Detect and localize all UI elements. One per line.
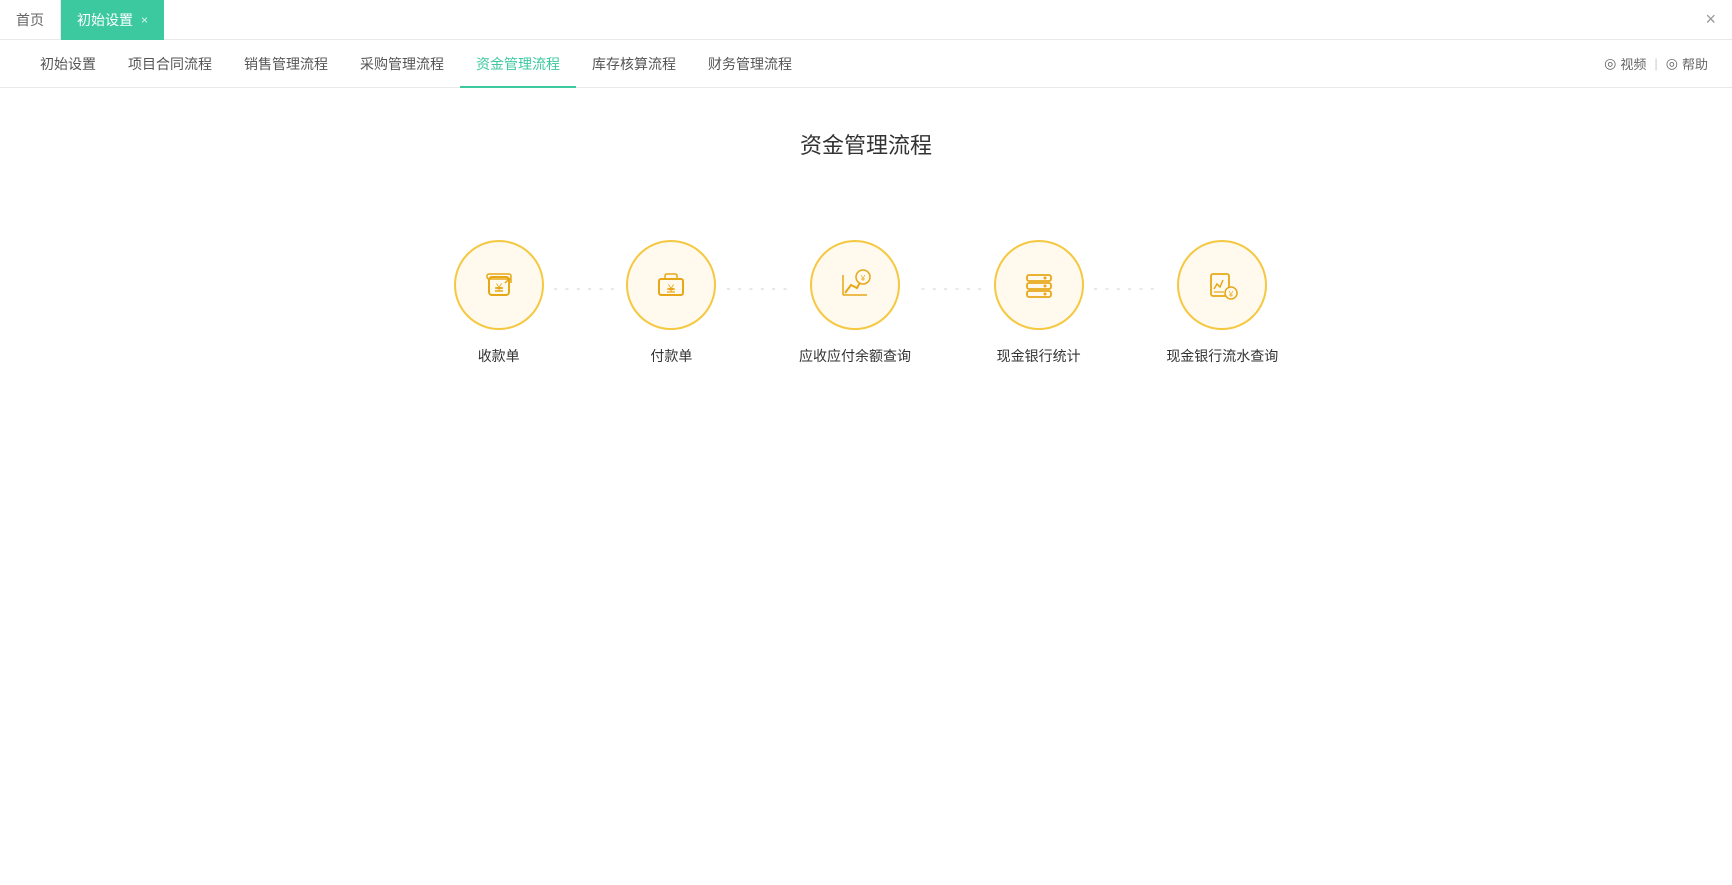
- svg-text:¥: ¥: [1228, 290, 1234, 299]
- payment-icon: ¥: [649, 263, 693, 307]
- connector-4: - - - - - -: [1084, 281, 1167, 295]
- process-item-payment[interactable]: ¥ 付款单: [626, 240, 716, 366]
- nav-item-initial-setup[interactable]: 初始设置: [24, 40, 112, 88]
- process-circle-receipt: ¥: [454, 240, 544, 330]
- home-label: 首页: [16, 10, 44, 30]
- process-label-bank-flow: 现金银行流水查询: [1166, 346, 1278, 366]
- process-circle-bank-flow: ¥: [1177, 240, 1267, 330]
- video-circle-icon: ◎: [1604, 55, 1616, 72]
- process-item-bank-flow[interactable]: ¥ 现金银行流水查询: [1166, 240, 1278, 366]
- active-tab-label: 初始设置: [77, 10, 133, 30]
- page-title: 资金管理流程: [800, 128, 932, 160]
- process-item-receipt[interactable]: ¥ 收款单: [454, 240, 544, 366]
- process-item-balance[interactable]: ¥ 应收应付余额查询: [799, 240, 911, 366]
- process-circle-payment: ¥: [626, 240, 716, 330]
- connector-2: - - - - - -: [716, 281, 799, 295]
- process-circle-bank-stats: [994, 240, 1084, 330]
- nav-label-initial-setup: 初始设置: [40, 54, 96, 74]
- nav-divider: |: [1654, 56, 1657, 71]
- window-controls[interactable]: ×: [1689, 9, 1732, 30]
- help-link[interactable]: ◎ 帮助: [1666, 54, 1708, 73]
- nav-menu: 初始设置 项目合同流程 销售管理流程 采购管理流程 资金管理流程 库存核算流程 …: [0, 40, 1732, 88]
- home-tab[interactable]: 首页: [0, 0, 61, 40]
- close-tab-icon[interactable]: ×: [141, 13, 148, 27]
- bank-flow-icon: ¥: [1200, 263, 1244, 307]
- process-label-balance: 应收应付余额查询: [799, 346, 911, 366]
- bank-stats-icon: [1017, 263, 1061, 307]
- nav-label-finance-mgmt: 财务管理流程: [708, 54, 792, 74]
- process-label-bank-stats: 现金银行统计: [997, 346, 1081, 366]
- balance-icon: ¥: [833, 263, 877, 307]
- help-circle-icon: ◎: [1666, 55, 1678, 72]
- nav-label-project-contract: 项目合同流程: [128, 54, 212, 74]
- nav-label-sales-mgmt: 销售管理流程: [244, 54, 328, 74]
- process-circle-balance: ¥: [810, 240, 900, 330]
- video-label: 视频: [1620, 54, 1646, 73]
- help-label: 帮助: [1682, 54, 1708, 73]
- receipt-icon: ¥: [477, 263, 521, 307]
- content-area: 资金管理流程 ¥: [0, 88, 1732, 406]
- process-flow: ¥ 收款单 - - - - - -: [454, 240, 1279, 366]
- process-label-payment: 付款单: [650, 346, 692, 366]
- main-container: 初始设置 项目合同流程 销售管理流程 采购管理流程 资金管理流程 库存核算流程 …: [0, 40, 1732, 885]
- connector-dots-3: - - - - - -: [921, 281, 984, 295]
- active-tab[interactable]: 初始设置 ×: [61, 0, 164, 40]
- connector-dots-2: - - - - - -: [726, 281, 789, 295]
- nav-item-finance-mgmt[interactable]: 财务管理流程: [692, 40, 808, 88]
- video-link[interactable]: ◎ 视频: [1604, 54, 1646, 73]
- connector-1: - - - - - -: [544, 281, 627, 295]
- nav-item-project-contract[interactable]: 项目合同流程: [112, 40, 228, 88]
- connector-dots-1: - - - - - -: [554, 281, 617, 295]
- close-window-icon[interactable]: ×: [1705, 9, 1716, 30]
- nav-label-purchase-mgmt: 采购管理流程: [360, 54, 444, 74]
- nav-item-sales-mgmt[interactable]: 销售管理流程: [228, 40, 344, 88]
- nav-label-fund-mgmt: 资金管理流程: [476, 54, 560, 74]
- connector-3: - - - - - -: [911, 281, 994, 295]
- top-bar: 首页 初始设置 × ×: [0, 0, 1732, 40]
- process-label-receipt: 收款单: [478, 346, 520, 366]
- nav-item-fund-mgmt[interactable]: 资金管理流程: [460, 40, 576, 88]
- nav-label-inventory: 库存核算流程: [592, 54, 676, 74]
- nav-right-links: ◎ 视频 | ◎ 帮助: [1604, 54, 1708, 73]
- svg-text:¥: ¥: [860, 274, 866, 283]
- nav-item-inventory[interactable]: 库存核算流程: [576, 40, 692, 88]
- nav-item-purchase-mgmt[interactable]: 采购管理流程: [344, 40, 460, 88]
- process-item-bank-stats[interactable]: 现金银行统计: [994, 240, 1084, 366]
- connector-dots-4: - - - - - -: [1094, 281, 1157, 295]
